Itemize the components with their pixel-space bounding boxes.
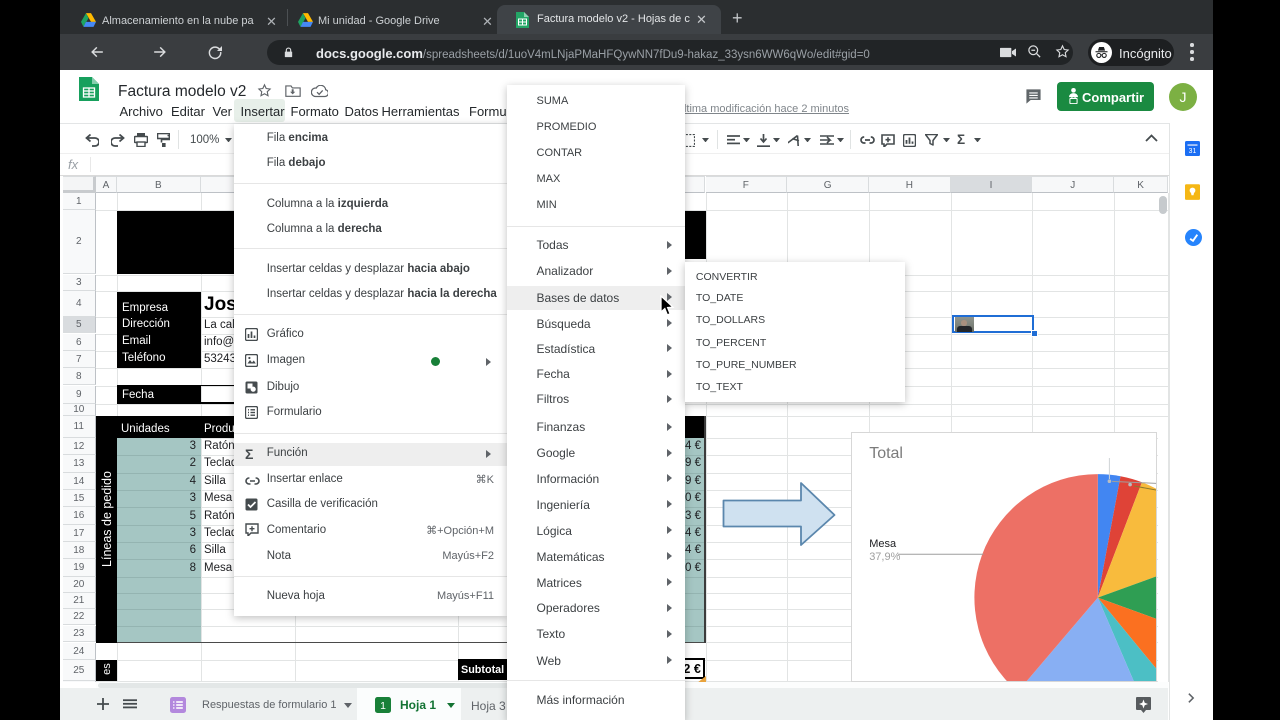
svg-text:31: 31	[1189, 148, 1197, 155]
svg-text:1: 1	[380, 700, 386, 712]
